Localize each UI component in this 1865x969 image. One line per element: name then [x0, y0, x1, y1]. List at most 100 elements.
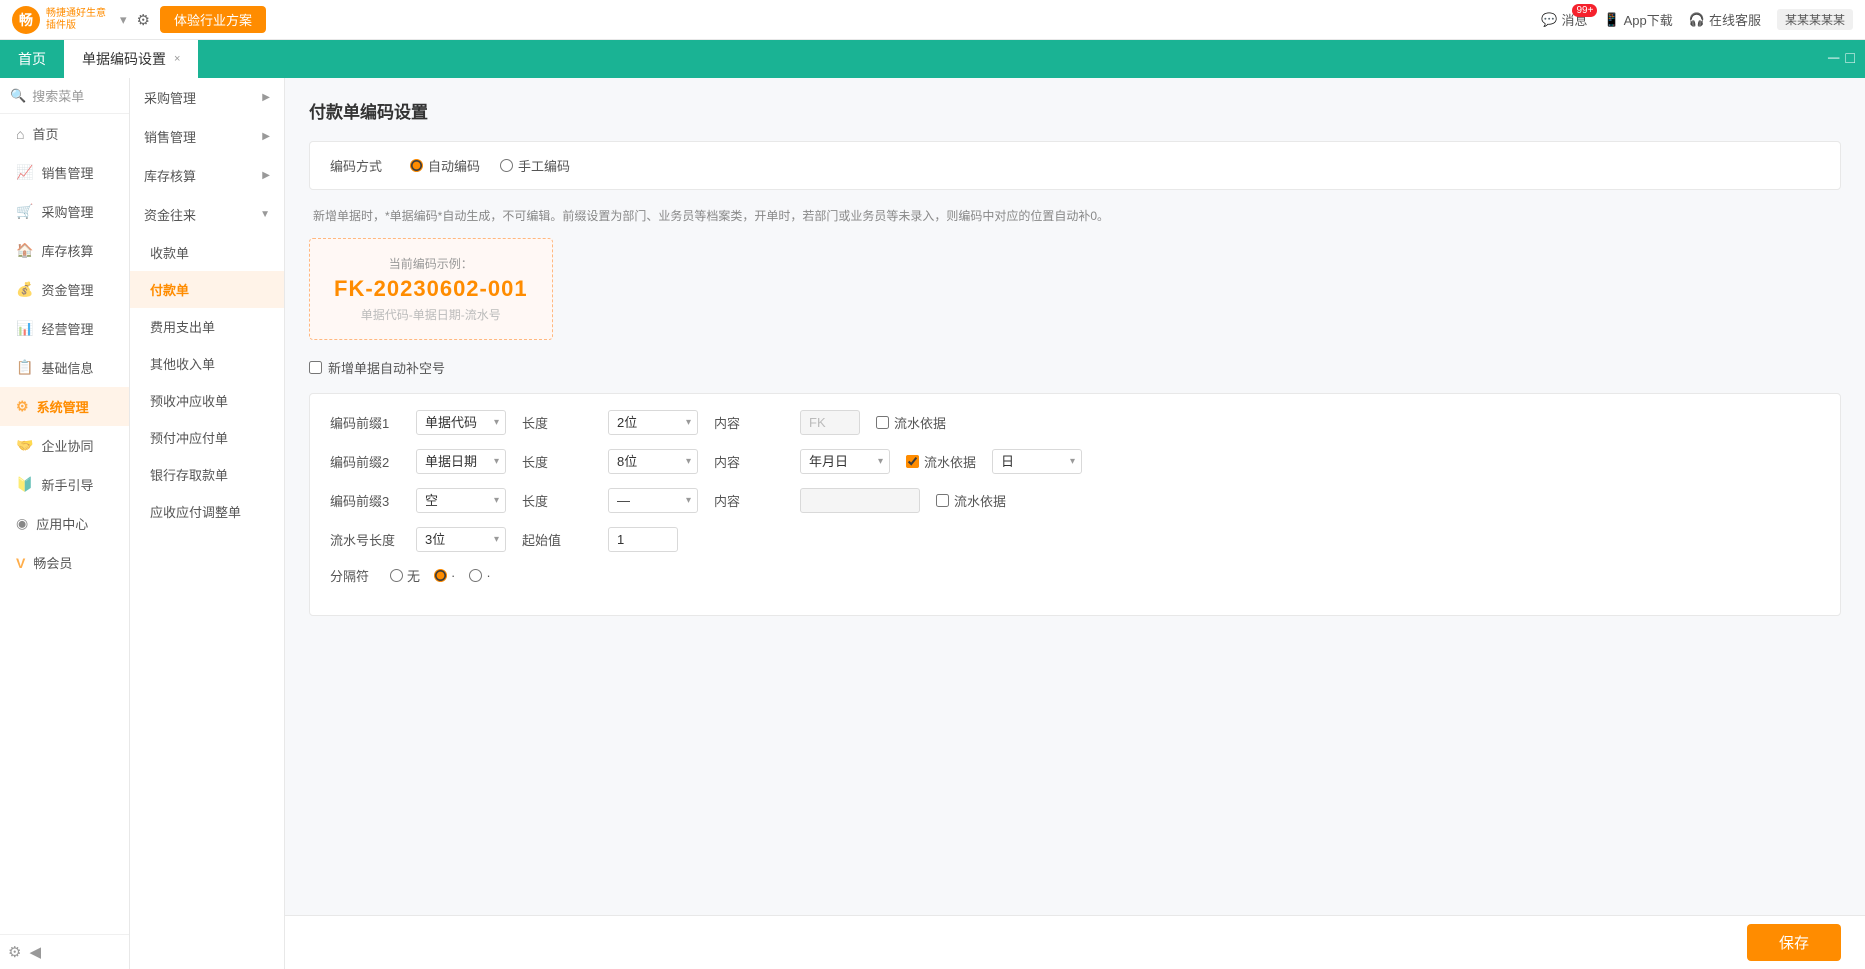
serial-start-input[interactable]	[608, 527, 678, 552]
sub-group-purchase-title[interactable]: 采购管理 ▶	[130, 78, 284, 117]
sub-group-sales-title[interactable]: 销售管理 ▶	[130, 117, 284, 156]
auto-fill-checkbox[interactable]	[309, 361, 322, 374]
prefix2-serial-unit-select[interactable]: 日 月 年	[992, 449, 1082, 474]
tab-encode-settings[interactable]: 单据编码设置 ×	[64, 40, 198, 78]
sub-item-bank-deposit[interactable]: 银行存取款单	[130, 456, 284, 493]
prefix3-type-select-wrapper[interactable]: 单据代码 单据日期 空 ▾	[416, 488, 506, 513]
sub-sidebar: 采购管理 ▶ 销售管理 ▶ 库存核算 ▶ 资金往来 ▼ 收款单 付款单 费用支出…	[130, 78, 285, 969]
prefix3-type-select[interactable]: 单据代码 单据日期 空	[416, 488, 506, 513]
encode-method-label: 编码方式	[330, 156, 382, 175]
prefix1-serial-checkbox[interactable]: 流水依据	[876, 413, 946, 432]
code-example-desc: 单据代码-单据日期-流水号	[334, 306, 528, 323]
minimize-icon[interactable]: ─	[1828, 50, 1839, 68]
gear-icon[interactable]: ⚙	[137, 11, 150, 29]
sub-item-receivable-adj[interactable]: 应收应付调整单	[130, 493, 284, 530]
user-area[interactable]: 某某某某某	[1777, 9, 1853, 30]
guide-icon: 🔰	[16, 476, 33, 493]
sep-dot-radio[interactable]	[469, 569, 482, 582]
serial-length-select[interactable]: 2位 3位 4位 5位	[416, 527, 506, 552]
finance-icon: 💰	[16, 281, 33, 298]
sub-item-prepay-receivable[interactable]: 预收冲应收单	[130, 382, 284, 419]
sidebar-item-member[interactable]: V 畅会员	[0, 543, 129, 582]
sub-item-prepay-payment[interactable]: 预付冲应付单	[130, 419, 284, 456]
tab-close-icon[interactable]: ×	[174, 53, 180, 65]
sidebar-item-purchase[interactable]: 🛒 采购管理	[0, 192, 129, 231]
dropdown-arrow-icon[interactable]: ▾	[120, 12, 127, 28]
serial-length-label: 流水号长度	[330, 530, 400, 549]
sidebar-item-inventory[interactable]: 🏠 库存核算	[0, 231, 129, 270]
prefix3-serial-check[interactable]	[936, 494, 949, 507]
code-example-box: 当前编码示例： FK-20230602-001 单据代码-单据日期-流水号	[309, 238, 553, 340]
prefix2-label: 编码前缀2	[330, 452, 400, 471]
inventory-icon: 🏠	[16, 242, 33, 259]
sidebar-item-apps[interactable]: ◉ 应用中心	[0, 504, 129, 543]
sidebar-item-guide[interactable]: 🔰 新手引导	[0, 465, 129, 504]
prefix1-length-label: 长度	[522, 413, 592, 432]
app-download-button[interactable]: 📱 App下载	[1603, 10, 1672, 29]
auto-fill-label: 新增单据自动补空号	[328, 358, 445, 377]
sidebar-item-system[interactable]: ⚙ 系统管理	[0, 387, 129, 426]
sub-item-receipt[interactable]: 收款单	[130, 234, 284, 271]
sep-dash-radio[interactable]	[434, 569, 447, 582]
prefix1-content-label: 内容	[714, 413, 784, 432]
maximize-icon[interactable]: □	[1845, 50, 1855, 68]
auto-encode-label[interactable]: 自动编码	[410, 156, 480, 175]
separator-label: 分隔符	[330, 566, 378, 585]
window-controls: ─ □	[1828, 50, 1865, 68]
prefix3-length-select[interactable]: — 2位 4位	[608, 488, 698, 513]
prefix1-type-select-wrapper[interactable]: 单据代码 单据日期 空 部门 业务员 ▾	[416, 410, 506, 435]
purchase-icon: 🛒	[16, 203, 33, 220]
sidebar-item-cooperation[interactable]: 🤝 企业协同	[0, 426, 129, 465]
message-icon: 💬	[1541, 12, 1557, 28]
sub-item-expense[interactable]: 费用支出单	[130, 308, 284, 345]
sub-group-fund: 资金往来 ▼ 收款单 付款单 费用支出单 其他收入单 预收冲应收单 预付冲应付单…	[130, 195, 284, 530]
sub-item-payment[interactable]: 付款单	[130, 271, 284, 308]
app-icon: 📱	[1603, 12, 1619, 28]
sep-none-label[interactable]: 无	[390, 566, 420, 585]
form-section: 编码前缀1 单据代码 单据日期 空 部门 业务员 ▾ 长度	[309, 393, 1841, 616]
prefix2-type-select-wrapper[interactable]: 单据代码 单据日期 空 ▾	[416, 449, 506, 474]
prefix2-length-select[interactable]: 4位 6位 8位	[608, 449, 698, 474]
sep-dash-label[interactable]: ·	[434, 568, 455, 583]
auto-fill-row: 新增单据自动补空号	[309, 358, 1841, 377]
prefix2-type-select[interactable]: 单据代码 单据日期 空	[416, 449, 506, 474]
sidebar-item-operation[interactable]: 📊 经营管理	[0, 309, 129, 348]
sidebar-item-sales[interactable]: 📈 销售管理	[0, 153, 129, 192]
prefix2-serial-check[interactable]	[906, 455, 919, 468]
sidebar: 🔍 搜索菜单 ⌂ 首页 📈 销售管理 🛒 采购管理 🏠 库存核算 💰 资金管理 …	[0, 78, 130, 969]
tab-home[interactable]: 首页	[0, 40, 64, 78]
save-button[interactable]: 保存	[1747, 924, 1841, 961]
sidebar-item-home[interactable]: ⌂ 首页	[0, 114, 129, 153]
serial-length-select-wrapper[interactable]: 2位 3位 4位 5位 ▾	[416, 527, 506, 552]
manual-encode-label[interactable]: 手工编码	[500, 156, 570, 175]
prefix3-serial-checkbox[interactable]: 流水依据	[936, 491, 1006, 510]
prefix1-serial-check[interactable]	[876, 416, 889, 429]
sep-dot-label[interactable]: ·	[469, 568, 490, 583]
prefix2-serial-checkbox[interactable]: 流水依据	[906, 452, 976, 471]
content-area: 付款单编码设置 编码方式 自动编码 手工编码 新增单据时，*单据编码*自动生成，…	[285, 78, 1865, 915]
settings-bottom-icon[interactable]: ⚙	[8, 943, 21, 961]
sub-group-inventory-title[interactable]: 库存核算 ▶	[130, 156, 284, 195]
message-button[interactable]: 💬 消息 99+	[1541, 10, 1587, 29]
prefix1-length-select[interactable]: 2位 3位 4位	[608, 410, 698, 435]
code-example-value: FK-20230602-001	[334, 276, 528, 302]
sidebar-search[interactable]: 🔍 搜索菜单	[0, 78, 129, 114]
manual-encode-radio[interactable]	[500, 159, 513, 172]
prefix2-length-select-wrapper[interactable]: 4位 6位 8位 ▾	[608, 449, 698, 474]
prefix3-length-select-wrapper[interactable]: — 2位 4位 ▾	[608, 488, 698, 513]
auto-encode-radio[interactable]	[410, 159, 423, 172]
prefix1-length-select-wrapper[interactable]: 2位 3位 4位 ▾	[608, 410, 698, 435]
prefix1-type-select[interactable]: 单据代码 单据日期 空 部门 业务员	[416, 410, 506, 435]
prefix2-serial-unit-wrapper[interactable]: 日 月 年 ▾	[992, 449, 1082, 474]
trial-button[interactable]: 体验行业方案	[160, 6, 266, 33]
sub-item-other-income[interactable]: 其他收入单	[130, 345, 284, 382]
chevron-right-icon3: ▶	[262, 170, 270, 181]
prefix2-content-select-wrapper[interactable]: 年月日 年月 年 ▾	[800, 449, 890, 474]
sep-none-radio[interactable]	[390, 569, 403, 582]
collapse-icon[interactable]: ◀	[29, 943, 41, 961]
sidebar-item-basic[interactable]: 📋 基础信息	[0, 348, 129, 387]
prefix2-content-select[interactable]: 年月日 年月 年	[800, 449, 890, 474]
online-service-button[interactable]: 🎧 在线客服	[1689, 10, 1761, 29]
sidebar-item-finance[interactable]: 💰 资金管理	[0, 270, 129, 309]
sub-group-fund-title[interactable]: 资金往来 ▼	[130, 195, 284, 234]
